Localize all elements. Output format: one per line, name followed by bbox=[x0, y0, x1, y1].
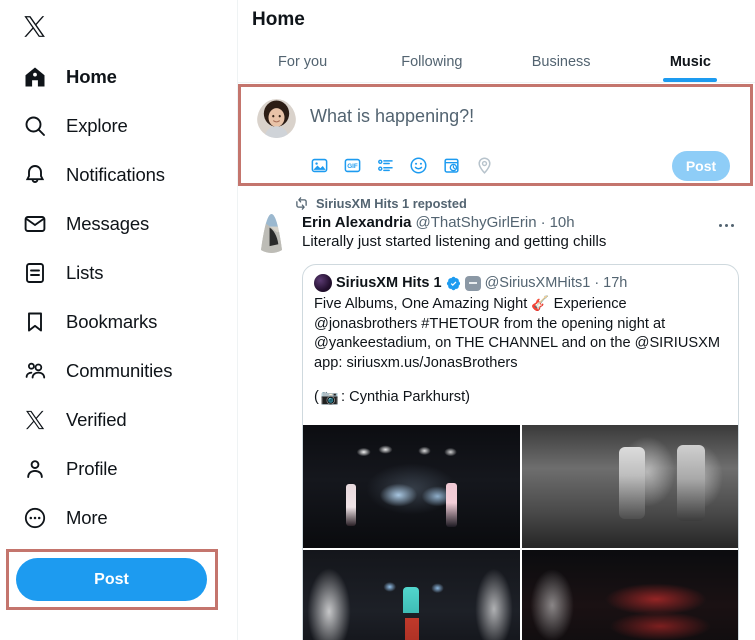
gif-icon[interactable]: GIF bbox=[343, 156, 362, 175]
quoted-author-handle[interactable]: @SiriusXMHits1 bbox=[485, 275, 591, 291]
sidebar-item-home[interactable]: Home bbox=[8, 52, 237, 101]
sidebar-item-label: Profile bbox=[66, 457, 118, 479]
primary-sidebar: Home Explore Notifications Messages List bbox=[0, 0, 238, 640]
quoted-tweet[interactable]: SiriusXM Hits 1 @SiriusXMHits1 · 17h Fiv… bbox=[302, 264, 739, 640]
sidebar-item-label: Messages bbox=[66, 212, 150, 234]
sidebar-item-label: Home bbox=[66, 65, 117, 87]
dot bbox=[724, 223, 728, 227]
credit-open-paren: ( bbox=[314, 389, 319, 405]
x-twitter-app: Home Explore Notifications Messages List bbox=[0, 0, 755, 640]
sidebar-item-label: Explore bbox=[66, 114, 128, 136]
sidebar-item-lists[interactable]: Lists bbox=[8, 248, 237, 297]
camera-icon: 📷 bbox=[320, 390, 340, 406]
tweet-author-handle[interactable]: @ThatShyGirlErin bbox=[415, 214, 536, 231]
verified-badge-icon bbox=[446, 276, 461, 291]
sidebar-item-explore[interactable]: Explore bbox=[8, 101, 237, 150]
compose-post-button[interactable]: Post bbox=[672, 151, 730, 181]
page-title: Home bbox=[252, 9, 305, 30]
compose-tweet-box[interactable]: What is happening?! GIF Post bbox=[241, 87, 750, 183]
credit-text: : Cynthia Parkhurst) bbox=[341, 389, 471, 405]
lists-icon bbox=[22, 260, 48, 286]
search-icon bbox=[22, 113, 48, 139]
schedule-icon[interactable] bbox=[442, 156, 461, 175]
tab-for-you[interactable]: For you bbox=[238, 40, 367, 82]
quoted-timestamp[interactable]: 17h bbox=[603, 275, 627, 291]
concert-photo-stage-group[interactable] bbox=[303, 425, 520, 548]
sidebar-item-label: Bookmarks bbox=[66, 310, 158, 332]
tweet-timestamp[interactable]: 10h bbox=[550, 214, 575, 231]
dot bbox=[718, 223, 722, 227]
tweet-text: Literally just started listening and get… bbox=[302, 233, 607, 250]
affiliate-badge-icon bbox=[464, 275, 481, 291]
sidebar-item-label: More bbox=[66, 506, 108, 528]
compose-input-placeholder[interactable]: What is happening?! bbox=[310, 99, 474, 127]
tab-label: Business bbox=[531, 54, 591, 70]
compose-action-bar: GIF Post bbox=[257, 151, 734, 181]
person-icon bbox=[22, 456, 48, 482]
tab-business[interactable]: Business bbox=[497, 40, 626, 82]
more-circle-icon bbox=[22, 505, 48, 531]
more-options-icon[interactable] bbox=[713, 215, 739, 235]
tab-music[interactable]: Music bbox=[626, 40, 755, 82]
repost-icon bbox=[296, 197, 307, 210]
sidebar-item-verified[interactable]: Verified bbox=[8, 395, 237, 444]
sidebar-item-label: Verified bbox=[66, 408, 127, 430]
sidebar-item-communities[interactable]: Communities bbox=[8, 346, 237, 395]
bookmark-icon bbox=[22, 309, 48, 335]
x-logo-icon bbox=[22, 407, 48, 433]
sidebar-item-messages[interactable]: Messages bbox=[8, 199, 237, 248]
repost-context: SiriusXM Hits 1 reposted bbox=[252, 196, 739, 211]
bell-icon bbox=[22, 162, 48, 188]
tab-label: Following bbox=[401, 54, 463, 70]
location-icon bbox=[475, 156, 494, 175]
quoted-photo-credit: ( 📷 : Cynthia Parkhurst) bbox=[314, 388, 727, 406]
user-avatar bbox=[257, 99, 296, 138]
sidebar-item-label: Communities bbox=[66, 359, 173, 381]
avatar[interactable] bbox=[252, 214, 291, 640]
x-logo[interactable] bbox=[8, 0, 237, 52]
tweet-author-name[interactable]: Erin Alexandria bbox=[302, 214, 411, 231]
quoted-author-avatar bbox=[314, 274, 332, 292]
sidebar-item-notifications[interactable]: Notifications bbox=[8, 150, 237, 199]
sidebar-post-button[interactable]: Post bbox=[16, 558, 207, 601]
quoted-tweet-text: Five Albums, One Amazing Night 🎸 Experie… bbox=[314, 296, 720, 371]
communities-icon bbox=[22, 358, 48, 384]
quoted-author-name[interactable]: SiriusXM Hits 1 bbox=[336, 275, 442, 291]
concert-photo-bw-duo[interactable] bbox=[521, 425, 738, 548]
timeline-tabs: For you Following Business Music bbox=[238, 40, 755, 83]
main-column: Home For you Following Business Music Wh… bbox=[238, 0, 755, 640]
sidebar-item-label: Lists bbox=[66, 261, 104, 283]
repost-label: SiriusXM Hits 1 reposted bbox=[316, 196, 467, 211]
sidebar-item-label: Notifications bbox=[66, 163, 165, 185]
svg-text:GIF: GIF bbox=[347, 163, 358, 170]
home-icon bbox=[22, 64, 48, 90]
media-image-icon[interactable] bbox=[310, 156, 329, 175]
tab-following[interactable]: Following bbox=[367, 40, 496, 82]
quoted-image-grid bbox=[303, 425, 738, 640]
concert-photo-red-pants-performer[interactable] bbox=[303, 550, 520, 640]
active-tab-indicator bbox=[663, 78, 718, 82]
sidebar-item-profile[interactable]: Profile bbox=[8, 444, 237, 493]
separator: · bbox=[594, 275, 600, 291]
sidebar-item-more[interactable]: More bbox=[8, 493, 237, 542]
tweet-author-avatar bbox=[252, 214, 291, 253]
tab-label: Music bbox=[669, 54, 711, 70]
avatar[interactable] bbox=[257, 99, 296, 143]
separator: · bbox=[540, 214, 546, 231]
concert-photo-stadium-crowd[interactable] bbox=[521, 550, 738, 640]
sidebar-item-bookmarks[interactable]: Bookmarks bbox=[8, 297, 237, 346]
tab-label: For you bbox=[278, 54, 328, 70]
emoji-icon[interactable] bbox=[409, 156, 428, 175]
dot bbox=[730, 223, 734, 227]
envelope-icon bbox=[22, 211, 48, 237]
timeline-tweet[interactable]: SiriusXM Hits 1 reposted Erin Alexandria… bbox=[238, 190, 753, 640]
poll-icon[interactable] bbox=[376, 156, 395, 175]
x-logo-icon bbox=[24, 15, 45, 37]
